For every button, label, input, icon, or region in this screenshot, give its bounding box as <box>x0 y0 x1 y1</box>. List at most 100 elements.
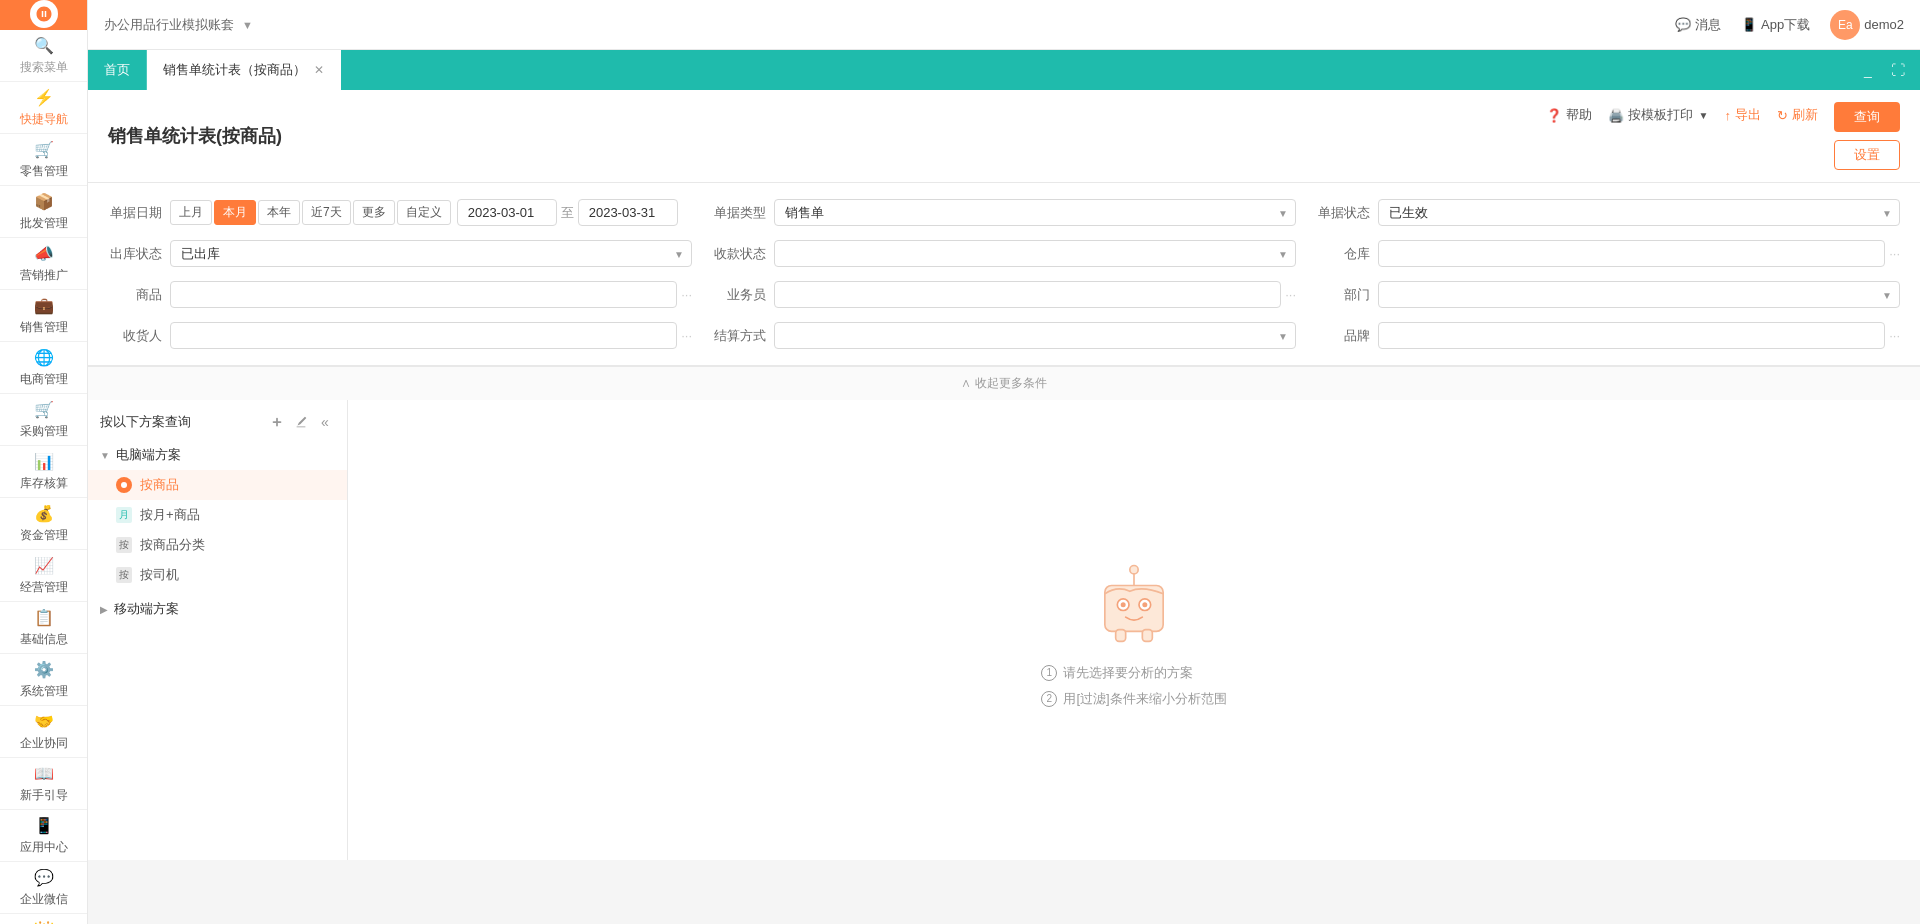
scheme-group-mobile-header[interactable]: ▶ 移动端方案 <box>88 594 347 624</box>
receipt-status-select[interactable] <box>774 240 1296 267</box>
sidebar-item-marketing[interactable]: 📣 营销推广 <box>0 238 87 290</box>
brand-input[interactable] <box>1378 322 1885 349</box>
tip-num-2: 2 <box>1041 691 1057 707</box>
warehouse-more-icon[interactable]: ··· <box>1889 246 1900 261</box>
sidebar-item-retail[interactable]: 🛒 零售管理 <box>0 134 87 186</box>
sidebar-item-guide[interactable]: 📖 新手引导 <box>0 758 87 810</box>
receiver-input[interactable] <box>170 322 677 349</box>
scheme-collapse-button[interactable]: « <box>315 412 335 432</box>
marketing-icon: 📣 <box>34 243 54 265</box>
sidebar-item-ecommerce[interactable]: 🌐 电商管理 <box>0 342 87 394</box>
brand-more-icon[interactable]: ··· <box>1889 328 1900 343</box>
sidebar-item-wecom[interactable]: 💬 企业微信 <box>0 862 87 914</box>
sidebar-item-wholesale[interactable]: 📦 批发管理 <box>0 186 87 238</box>
empty-tips: 1 请先选择要分析的方案 2 用[过滤]条件来缩小分析范围 <box>1041 660 1226 712</box>
brand-label: 品牌 <box>1316 327 1370 345</box>
filter-settlement: 结算方式 <box>712 322 1296 349</box>
collapse-conditions-button[interactable]: ∧ 收起更多条件 <box>88 366 1920 400</box>
scheme-add-button[interactable] <box>267 412 287 432</box>
sidebar-item-sales[interactable]: 💼 销售管理 <box>0 290 87 342</box>
scheme-item-by-goods[interactable]: 按商品 <box>88 470 347 500</box>
active-dot-icon <box>116 477 132 493</box>
member-icon: 👑 <box>34 919 54 924</box>
filter-row-2: 出库状态 已出库 收款状态 仓库 <box>108 240 1900 267</box>
sidebar-item-app-center[interactable]: 📱 应用中心 <box>0 810 87 862</box>
refresh-button[interactable]: ↻ 刷新 <box>1777 106 1818 124</box>
doc-status-select[interactable]: 已生效 <box>1378 199 1900 226</box>
filter-receipt-status: 收款状态 <box>712 240 1296 267</box>
tab-close-icon[interactable]: ✕ <box>314 63 324 77</box>
settlement-label: 结算方式 <box>712 327 766 345</box>
sidebar-item-quick-nav[interactable]: ⚡ 快捷导航 <box>0 82 87 134</box>
filter-warehouse: 仓库 ··· <box>1316 240 1900 267</box>
tab-sales-stat[interactable]: 销售单统计表（按商品） ✕ <box>147 50 341 90</box>
date-btn-more[interactable]: 更多 <box>353 200 395 225</box>
doc-type-select[interactable]: 销售单 <box>774 199 1296 226</box>
goods-input[interactable] <box>170 281 677 308</box>
scheme-edit-button[interactable] <box>291 412 311 432</box>
user-profile[interactable]: Ea demo2 <box>1830 10 1904 40</box>
receipt-status-select-wrapper <box>774 240 1296 267</box>
sidebar-item-system[interactable]: ⚙️ 系统管理 <box>0 654 87 706</box>
search-icon: 🔍 <box>34 35 54 57</box>
date-btn-custom[interactable]: 自定义 <box>397 200 451 225</box>
finance-icon: 💰 <box>34 503 54 525</box>
scheme-group-desktop-header[interactable]: ▼ 电脑端方案 <box>88 440 347 470</box>
tab-home[interactable]: 首页 <box>88 50 147 90</box>
export-button[interactable]: ↑ 导出 <box>1725 106 1762 124</box>
scheme-item-by-month-goods[interactable]: 月 按月+商品 <box>88 500 347 530</box>
settings-button[interactable]: 设置 <box>1834 140 1900 170</box>
purchase-icon: 🛒 <box>34 399 54 421</box>
sidebar-item-member[interactable]: 👑 畅会员 <box>0 914 87 924</box>
out-status-label: 出库状态 <box>108 245 162 263</box>
sidebar-item-enterprise[interactable]: 🤝 企业协同 <box>0 706 87 758</box>
warehouse-input[interactable] <box>1378 240 1885 267</box>
print-dropdown-icon[interactable]: ▼ <box>1699 110 1709 121</box>
basic-icon: 📋 <box>34 607 54 629</box>
sidebar-item-finance[interactable]: 💰 资金管理 <box>0 498 87 550</box>
date-from-input[interactable] <box>457 199 557 226</box>
department-select[interactable] <box>1378 281 1900 308</box>
filter-doc-status: 单据状态 已生效 <box>1316 199 1900 226</box>
tab-maximize-icon[interactable]: ⛶ <box>1886 58 1910 82</box>
receiver-more-icon[interactable]: ··· <box>681 328 692 343</box>
date-btn-this-month[interactable]: 本月 <box>214 200 256 225</box>
scheme-item-by-clerk[interactable]: 按 按司机 <box>88 560 347 590</box>
date-btn-this-year[interactable]: 本年 <box>258 200 300 225</box>
operations-icon: 📈 <box>34 555 54 577</box>
scheme-group-desktop: ▼ 电脑端方案 按商品 月 按月+商品 按 <box>88 440 347 590</box>
inventory-icon: 📊 <box>34 451 54 473</box>
sidebar-item-search-menu[interactable]: 🔍 搜索菜单 <box>0 30 87 82</box>
scheme-item-by-goods-category[interactable]: 按 按商品分类 <box>88 530 347 560</box>
date-to-input[interactable] <box>578 199 678 226</box>
tab-minimize-icon[interactable]: _ <box>1856 58 1880 82</box>
filter-department: 部门 <box>1316 281 1900 308</box>
split-layout: 按以下方案查询 « ▼ 电脑端方案 <box>88 400 1920 860</box>
filter-row-4: 收货人 ··· 结算方式 品牌 <box>108 322 1900 349</box>
settlement-select[interactable] <box>774 322 1296 349</box>
date-btn-last-month[interactable]: 上月 <box>170 200 212 225</box>
sales-icon: 💼 <box>34 295 54 317</box>
goods-more-icon[interactable]: ··· <box>681 287 692 302</box>
filter-salesperson: 业务员 ··· <box>712 281 1296 308</box>
doc-type-label: 单据类型 <box>712 204 766 222</box>
svg-point-4 <box>1142 602 1147 607</box>
sidebar-item-operations[interactable]: 📈 经营管理 <box>0 550 87 602</box>
filter-panel: 单据日期 上月 本月 本年 近7天 更多 自定义 至 <box>88 183 1920 366</box>
filter-row-1: 单据日期 上月 本月 本年 近7天 更多 自定义 至 <box>108 199 1900 226</box>
sidebar-item-purchase[interactable]: 🛒 采购管理 <box>0 394 87 446</box>
message-button[interactable]: 💬 消息 <box>1675 16 1721 34</box>
salesperson-more-icon[interactable]: ··· <box>1285 287 1296 302</box>
help-button[interactable]: ❓ 帮助 <box>1546 106 1592 124</box>
out-status-select-wrapper: 已出库 <box>170 240 692 267</box>
industry-dropdown-icon[interactable]: ▼ <box>242 19 253 31</box>
sidebar-item-inventory[interactable]: 📊 库存核算 <box>0 446 87 498</box>
query-button[interactable]: 查询 <box>1834 102 1900 132</box>
app-download-button[interactable]: 📱 App下载 <box>1741 16 1810 34</box>
svg-point-3 <box>1121 602 1126 607</box>
date-btn-7days[interactable]: 近7天 <box>302 200 351 225</box>
salesperson-input[interactable] <box>774 281 1281 308</box>
sidebar-item-basic[interactable]: 📋 基础信息 <box>0 602 87 654</box>
out-status-select[interactable]: 已出库 <box>170 240 692 267</box>
print-button[interactable]: 🖨️ 按模板打印 ▼ <box>1608 106 1709 124</box>
